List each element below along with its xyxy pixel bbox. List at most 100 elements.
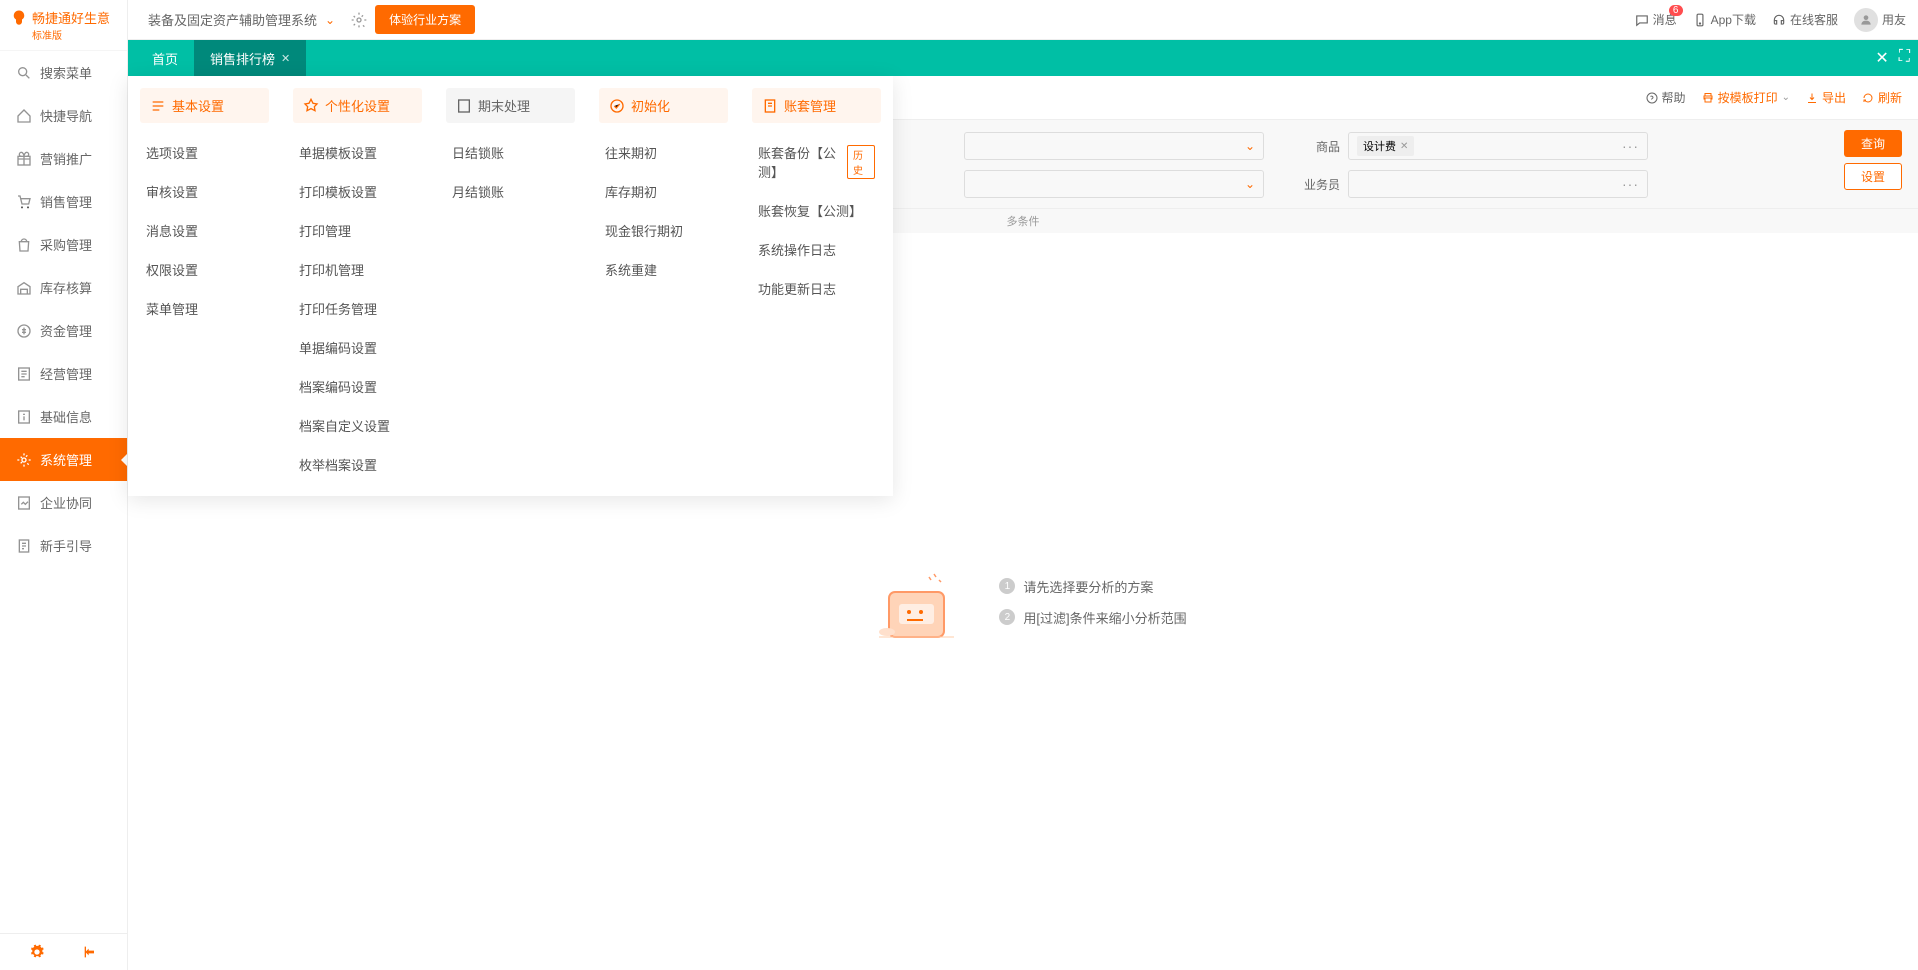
mega-column-1: 个性化设置单据模板设置打印模板设置打印管理打印机管理打印任务管理单据编码设置档案…	[281, 88, 434, 484]
sidebar-item-label: 销售管理	[40, 192, 92, 211]
close-icon[interactable]: ✕	[281, 52, 290, 65]
mega-item[interactable]: 单据模板设置	[293, 133, 422, 172]
tab-home[interactable]: 首页	[136, 40, 194, 76]
export-icon	[1806, 92, 1818, 104]
mega-item[interactable]: 打印机管理	[293, 250, 422, 289]
online-service-button[interactable]: 在线客服	[1772, 11, 1838, 28]
tab-sales-ranking[interactable]: 销售排行榜 ✕	[194, 40, 306, 76]
mega-item[interactable]: 月结锁账	[446, 172, 575, 211]
mega-item[interactable]: 选项设置	[140, 133, 269, 172]
mega-item[interactable]: 打印任务管理	[293, 289, 422, 328]
sidebar-item-label: 新手引导	[40, 536, 92, 555]
category-icon	[150, 98, 166, 114]
try-industry-button[interactable]: 体验行业方案	[375, 5, 475, 34]
tag-remove-icon[interactable]: ✕	[1400, 141, 1408, 152]
sidebar-item-3[interactable]: 销售管理	[0, 180, 127, 223]
query-button[interactable]: 查询	[1844, 130, 1902, 157]
print-icon	[1702, 92, 1714, 104]
bag-icon	[16, 237, 32, 253]
sidebar-item-7[interactable]: 经营管理	[0, 352, 127, 395]
more-icon[interactable]: ···	[1622, 176, 1639, 192]
mega-item[interactable]: 功能更新日志	[752, 269, 881, 308]
mega-item[interactable]: 权限设置	[140, 250, 269, 289]
sidebar-item-11[interactable]: 新手引导	[0, 524, 127, 567]
help-label: 帮助	[1662, 89, 1686, 106]
headset-icon	[1772, 13, 1786, 27]
system-name: 装备及固定资产辅助管理系统	[148, 10, 317, 29]
goods-input[interactable]: 设计费 ✕ ···	[1348, 132, 1648, 160]
app-download-button[interactable]: App下载	[1693, 11, 1756, 28]
tab-label: 销售排行榜	[210, 49, 275, 68]
mega-item[interactable]: 现金银行期初	[599, 211, 728, 250]
sidebar-item-label: 营销推广	[40, 149, 92, 168]
mega-item[interactable]: 库存期初	[599, 172, 728, 211]
empty-illustration	[859, 552, 979, 652]
mega-column-0: 基本设置选项设置审核设置消息设置权限设置菜单管理	[128, 88, 281, 484]
help-icon	[1646, 92, 1658, 104]
logo-area: 畅捷通好生意 标准版	[0, 0, 127, 51]
mega-item[interactable]: 档案编码设置	[293, 367, 422, 406]
sidebar-footer	[0, 933, 127, 970]
settings-button[interactable]: 设置	[1844, 163, 1902, 190]
gift-icon	[16, 151, 32, 167]
export-button[interactable]: 导出	[1806, 89, 1846, 106]
empty-state: 1 请先选择要分析的方案 2 用[过滤]条件来缩小分析范围	[859, 552, 1186, 652]
sidebar-item-0[interactable]: 搜索菜单	[0, 51, 127, 94]
sales-input[interactable]: ···	[1348, 170, 1648, 198]
mega-column-3: 初始化往来期初库存期初现金银行期初系统重建	[587, 88, 740, 484]
mega-item[interactable]: 账套备份【公测】历史	[752, 133, 881, 191]
more-icon[interactable]: ···	[1622, 138, 1639, 154]
empty-step-2: 2 用[过滤]条件来缩小分析范围	[999, 608, 1186, 627]
close-all-icon[interactable]: ✕	[1875, 48, 1888, 68]
sidebar-item-10[interactable]: 企业协同	[0, 481, 127, 524]
mega-column-4: 账套管理账套备份【公测】历史账套恢复【公测】系统操作日志功能更新日志	[740, 88, 893, 484]
mega-item[interactable]: 日结锁账	[446, 133, 575, 172]
cart-icon	[16, 194, 32, 210]
sidebar: 畅捷通好生意 标准版 搜索菜单快捷导航营销推广销售管理采购管理库存核算资金管理经…	[0, 0, 128, 970]
export-label: 导出	[1822, 89, 1846, 106]
sidebar-item-9[interactable]: 系统管理	[0, 438, 127, 481]
mega-item[interactable]: 档案自定义设置	[293, 406, 422, 445]
report-icon	[16, 366, 32, 382]
step-number: 1	[999, 578, 1015, 594]
help-button[interactable]: 帮助	[1646, 89, 1686, 106]
category-icon	[303, 98, 319, 114]
mega-item[interactable]: 审核设置	[140, 172, 269, 211]
mega-item[interactable]: 枚举档案设置	[293, 445, 422, 484]
mega-item[interactable]: 消息设置	[140, 211, 269, 250]
mega-item[interactable]: 往来期初	[599, 133, 728, 172]
mega-item[interactable]: 菜单管理	[140, 289, 269, 328]
sidebar-item-2[interactable]: 营销推广	[0, 137, 127, 180]
filter-input-unknown-1[interactable]: ⌄	[964, 132, 1264, 160]
gear-icon[interactable]	[29, 944, 45, 960]
system-selector[interactable]: 装备及固定资产辅助管理系统 ⌄	[140, 6, 343, 33]
collapse-icon[interactable]	[82, 944, 98, 960]
guide-icon	[16, 538, 32, 554]
mega-item[interactable]: 系统重建	[599, 250, 728, 289]
mega-header: 初始化	[599, 88, 728, 123]
step-number: 2	[999, 609, 1015, 625]
filter-input-unknown-2[interactable]: ⌄	[964, 170, 1264, 198]
mega-item[interactable]: 账套恢复【公测】	[752, 191, 881, 230]
mega-item[interactable]: 打印模板设置	[293, 172, 422, 211]
empty-step-1: 1 请先选择要分析的方案	[999, 577, 1186, 596]
mega-header: 基本设置	[140, 88, 269, 123]
sidebar-item-6[interactable]: 资金管理	[0, 309, 127, 352]
sidebar-item-1[interactable]: 快捷导航	[0, 94, 127, 137]
print-template-button[interactable]: 按模板打印 ⌄	[1702, 89, 1790, 106]
sidebar-item-5[interactable]: 库存核算	[0, 266, 127, 309]
sidebar-item-label: 库存核算	[40, 278, 92, 297]
sidebar-item-8[interactable]: 基础信息	[0, 395, 127, 438]
mega-item[interactable]: 单据编码设置	[293, 328, 422, 367]
refresh-button[interactable]: 刷新	[1862, 89, 1902, 106]
sidebar-item-4[interactable]: 采购管理	[0, 223, 127, 266]
mega-item[interactable]: 打印管理	[293, 211, 422, 250]
mega-item[interactable]: 系统操作日志	[752, 230, 881, 269]
info-icon	[16, 409, 32, 425]
app-download-label: App下载	[1711, 11, 1756, 28]
message-button[interactable]: 消息 6	[1635, 11, 1677, 28]
fullscreen-icon[interactable]: ⛶	[1899, 48, 1910, 68]
user-menu[interactable]: 用友	[1854, 8, 1906, 32]
mega-header: 账套管理	[752, 88, 881, 123]
gear-icon[interactable]	[351, 12, 367, 28]
